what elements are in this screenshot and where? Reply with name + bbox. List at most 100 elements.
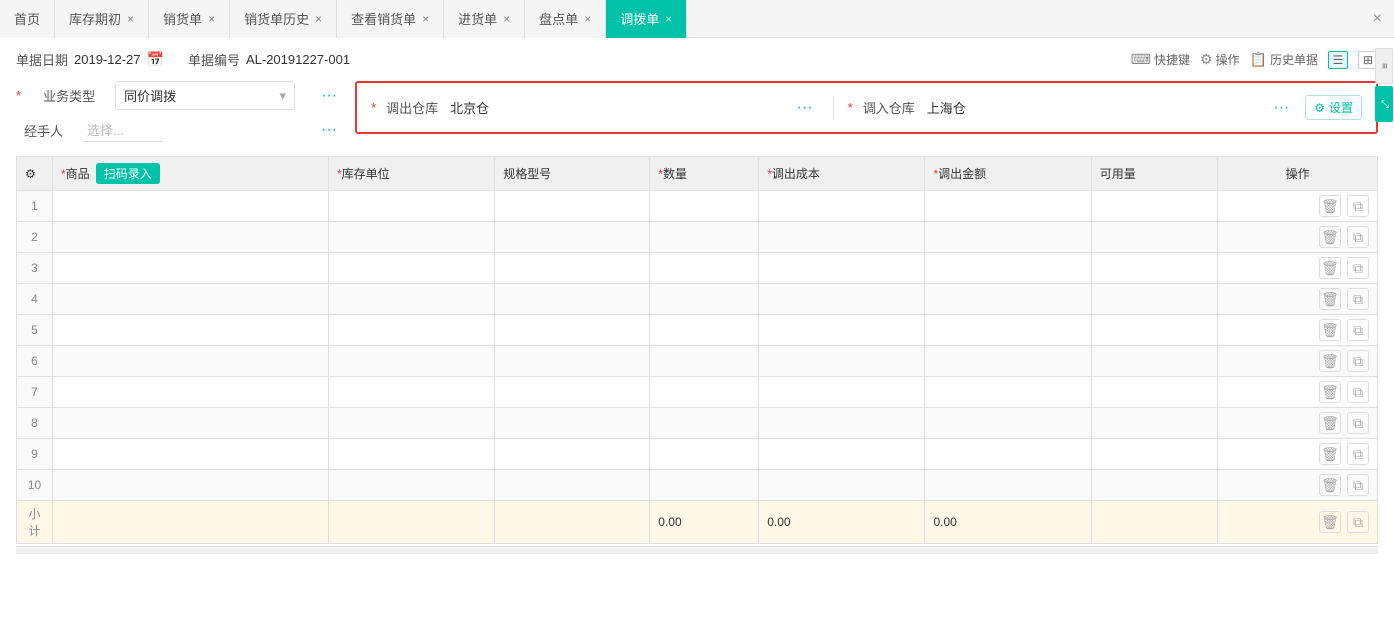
row-cost-9[interactable] — [759, 439, 925, 470]
row-product-7[interactable] — [53, 377, 329, 408]
row-qty-2[interactable] — [650, 222, 759, 253]
calendar-icon[interactable]: 📅 — [147, 51, 164, 68]
tab-close-sales-order[interactable]: × — [208, 12, 215, 26]
row-amount-10[interactable] — [925, 470, 1091, 501]
tab-close-transfer[interactable]: × — [665, 12, 672, 26]
tab-sales-history[interactable]: 销货单历史 × — [230, 0, 337, 38]
row-cost-6[interactable] — [759, 346, 925, 377]
shortcut-btn[interactable]: ⌨ 快捷键 — [1131, 51, 1190, 68]
biz-type-select[interactable]: 同价调拨 ▾ — [115, 81, 295, 110]
row-spec-2[interactable] — [495, 222, 650, 253]
tab-close-stocktake[interactable]: × — [584, 12, 591, 26]
row-copy-icon-8[interactable]: ⧉ — [1347, 412, 1369, 434]
tab-home[interactable]: 首页 — [0, 0, 55, 38]
row-cost-7[interactable] — [759, 377, 925, 408]
row-cost-4[interactable] — [759, 284, 925, 315]
history-btn[interactable]: 📋 历史单据 — [1250, 51, 1318, 68]
row-cost-3[interactable] — [759, 253, 925, 284]
row-delete-icon-9[interactable]: 🗑 — [1319, 443, 1341, 465]
tab-view-sales[interactable]: 查看销货单 × — [337, 0, 444, 38]
row-spec-10[interactable] — [495, 470, 650, 501]
row-delete-icon-1[interactable]: 🗑 — [1319, 195, 1341, 217]
horizontal-scrollbar[interactable] — [16, 546, 1378, 554]
tab-purchase[interactable]: 进货单 × — [444, 0, 525, 38]
row-unit-7[interactable] — [328, 377, 494, 408]
row-unit-1[interactable] — [328, 191, 494, 222]
row-amount-8[interactable] — [925, 408, 1091, 439]
row-product-10[interactable] — [53, 470, 329, 501]
row-copy-icon-10[interactable]: ⧉ — [1347, 474, 1369, 496]
row-cost-10[interactable] — [759, 470, 925, 501]
list-view-btn[interactable]: ☰ — [1328, 51, 1348, 69]
row-unit-9[interactable] — [328, 439, 494, 470]
row-qty-3[interactable] — [650, 253, 759, 284]
row-product-1[interactable] — [53, 191, 329, 222]
row-amount-9[interactable] — [925, 439, 1091, 470]
row-delete-icon-2[interactable]: 🗑 — [1319, 226, 1341, 248]
row-delete-icon-3[interactable]: 🗑 — [1319, 257, 1341, 279]
row-spec-9[interactable] — [495, 439, 650, 470]
row-amount-7[interactable] — [925, 377, 1091, 408]
th-gear[interactable]: ⚙ — [17, 157, 53, 191]
row-product-2[interactable] — [53, 222, 329, 253]
tab-transfer[interactable]: 调拨单 × — [606, 0, 687, 38]
row-avail-8[interactable] — [1091, 408, 1217, 439]
row-amount-2[interactable] — [925, 222, 1091, 253]
row-amount-4[interactable] — [925, 284, 1091, 315]
tab-close-view-sales[interactable]: × — [422, 12, 429, 26]
in-warehouse-more-btn[interactable]: ··· — [1267, 99, 1295, 117]
row-product-6[interactable] — [53, 346, 329, 377]
row-product-8[interactable] — [53, 408, 329, 439]
row-unit-2[interactable] — [328, 222, 494, 253]
tab-close-inventory-init[interactable]: × — [127, 12, 134, 26]
row-avail-4[interactable] — [1091, 284, 1217, 315]
row-spec-7[interactable] — [495, 377, 650, 408]
tab-inventory-init[interactable]: 库存期初 × — [55, 0, 149, 38]
row-spec-1[interactable] — [495, 191, 650, 222]
row-copy-icon-2[interactable]: ⧉ — [1347, 226, 1369, 248]
row-avail-6[interactable] — [1091, 346, 1217, 377]
row-qty-5[interactable] — [650, 315, 759, 346]
operation-btn[interactable]: ⚙ 操作 — [1200, 51, 1240, 68]
in-warehouse-value[interactable]: 上海仓 — [927, 98, 966, 117]
row-qty-10[interactable] — [650, 470, 759, 501]
tab-stocktake[interactable]: 盘点单 × — [525, 0, 606, 38]
sidebar-expand-btn[interactable]: ⤢ — [1375, 86, 1393, 122]
row-copy-icon-7[interactable]: ⧉ — [1347, 381, 1369, 403]
sidebar-doc-btn[interactable]: ≡ — [1375, 48, 1393, 84]
row-cost-8[interactable] — [759, 408, 925, 439]
row-amount-6[interactable] — [925, 346, 1091, 377]
out-warehouse-value[interactable]: 北京仓 — [450, 98, 489, 117]
row-qty-1[interactable] — [650, 191, 759, 222]
row-avail-2[interactable] — [1091, 222, 1217, 253]
row-unit-6[interactable] — [328, 346, 494, 377]
row-avail-10[interactable] — [1091, 470, 1217, 501]
row-avail-9[interactable] — [1091, 439, 1217, 470]
row-avail-7[interactable] — [1091, 377, 1217, 408]
row-delete-icon-5[interactable]: 🗑 — [1319, 319, 1341, 341]
settings-btn[interactable]: ⚙ 设置 — [1305, 95, 1362, 120]
row-delete-icon-7[interactable]: 🗑 — [1319, 381, 1341, 403]
row-product-5[interactable] — [53, 315, 329, 346]
row-spec-3[interactable] — [495, 253, 650, 284]
scan-btn[interactable]: 扫码录入 — [96, 163, 160, 184]
person-input[interactable]: 选择... — [83, 118, 163, 142]
row-unit-4[interactable] — [328, 284, 494, 315]
row-delete-icon-10[interactable]: 🗑 — [1319, 474, 1341, 496]
row-cost-5[interactable] — [759, 315, 925, 346]
row-amount-3[interactable] — [925, 253, 1091, 284]
biz-more-btn[interactable]: ··· — [315, 87, 343, 105]
row-spec-5[interactable] — [495, 315, 650, 346]
tab-bar-close-btn[interactable]: × — [1361, 10, 1394, 28]
tab-close-purchase[interactable]: × — [503, 12, 510, 26]
person-more-btn[interactable]: ··· — [315, 121, 343, 139]
row-product-3[interactable] — [53, 253, 329, 284]
row-cost-2[interactable] — [759, 222, 925, 253]
out-warehouse-more-btn[interactable]: ··· — [791, 99, 819, 117]
row-delete-icon-4[interactable]: 🗑 — [1319, 288, 1341, 310]
row-delete-icon-8[interactable]: 🗑 — [1319, 412, 1341, 434]
row-qty-7[interactable] — [650, 377, 759, 408]
row-delete-icon-6[interactable]: 🗑 — [1319, 350, 1341, 372]
row-qty-8[interactable] — [650, 408, 759, 439]
row-qty-6[interactable] — [650, 346, 759, 377]
